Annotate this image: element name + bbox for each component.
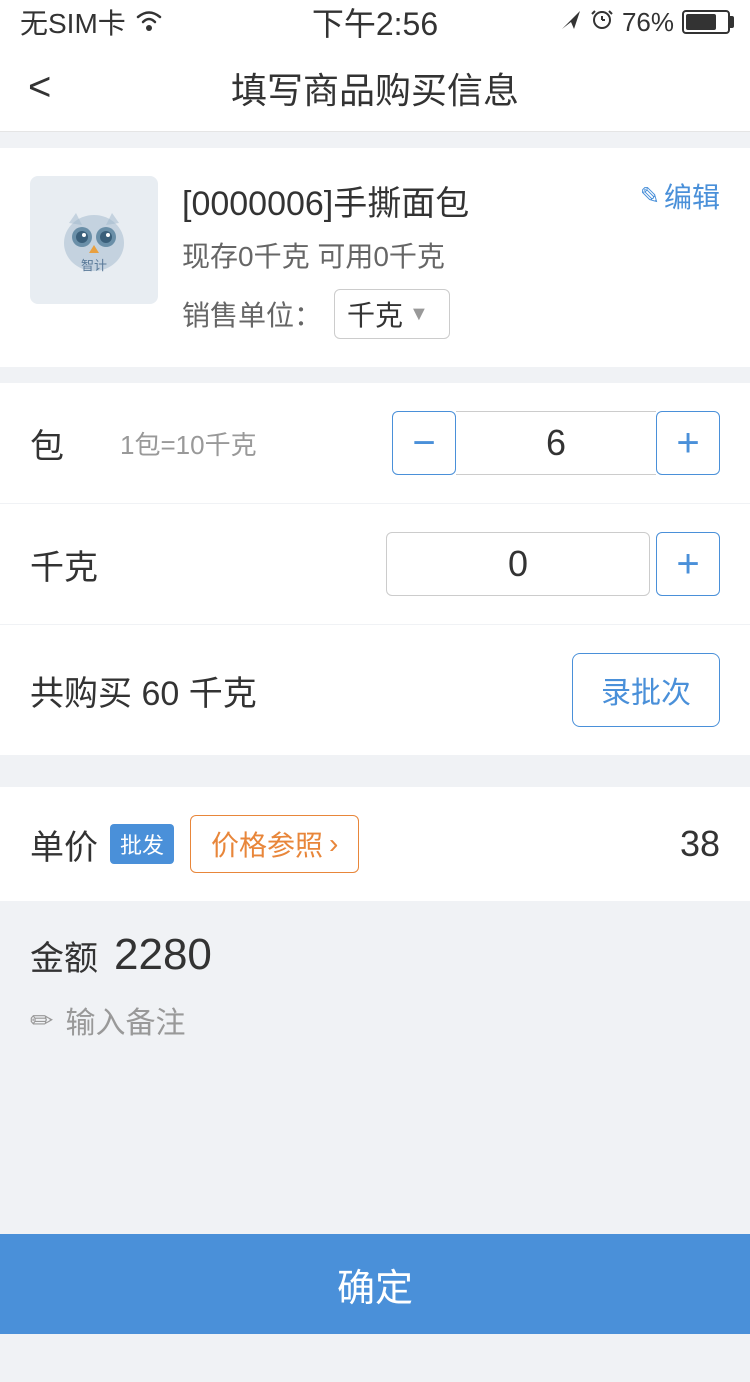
amount-label: 金额	[30, 931, 98, 980]
battery-percent: 76%	[622, 7, 674, 38]
edit-icon: ✎	[640, 182, 660, 211]
carrier-label: 无SIM卡	[20, 2, 126, 42]
status-bar-time: 下午2:56	[312, 0, 438, 45]
kg-label: 千克	[30, 540, 110, 589]
price-value: 38	[680, 823, 720, 865]
amount-value: 2280	[114, 930, 212, 980]
unit-select[interactable]: 千克 ▼	[334, 289, 450, 339]
note-row[interactable]: ✏ 输入备注	[30, 998, 720, 1042]
price-section: 单价 批发 价格参照 › 38	[0, 787, 750, 902]
product-name: [0000006]手撕面包	[182, 176, 640, 225]
status-bar: 无SIM卡 下午2:56 76%	[0, 0, 750, 44]
package-plus-button[interactable]: +	[656, 411, 720, 475]
total-label: 共购买 60 千克	[30, 666, 257, 715]
unit-row: 销售单位： 千克 ▼	[182, 289, 720, 339]
wifi-icon	[134, 6, 164, 38]
product-info: [0000006]手撕面包 ✎ 编辑 现存0千克 可用0千克 销售单位： 千克 …	[182, 176, 720, 339]
edit-button[interactable]: ✎ 编辑	[640, 176, 720, 216]
batch-button[interactable]: 录批次	[572, 653, 720, 727]
chevron-right-icon: ›	[329, 828, 338, 860]
kg-plus-button[interactable]: +	[656, 532, 720, 596]
amount-row: 金额 2280	[30, 930, 720, 980]
package-minus-button[interactable]: −	[392, 411, 456, 475]
package-row: 包 1包=10千克 − +	[0, 383, 750, 504]
battery-icon	[682, 10, 730, 34]
package-input[interactable]	[456, 411, 656, 475]
page-title: 填写商品购买信息	[231, 62, 519, 114]
product-image: 智计	[30, 176, 158, 304]
confirm-button[interactable]: 确定	[0, 1234, 750, 1334]
package-sub: 1包=10千克	[120, 425, 257, 462]
price-ref-label: 价格参照	[211, 824, 323, 864]
back-button[interactable]: <	[28, 65, 51, 110]
price-ref-button[interactable]: 价格参照 ›	[190, 815, 359, 873]
status-bar-left: 无SIM卡	[20, 2, 164, 42]
amount-section: 金额 2280 ✏ 输入备注	[0, 902, 750, 1062]
stock-info: 现存0千克 可用0千克	[182, 235, 720, 275]
nav-bar: < 填写商品购买信息	[0, 44, 750, 132]
price-divider	[0, 755, 750, 771]
total-row: 共购买 60 千克 录批次	[0, 625, 750, 755]
package-label: 包	[30, 419, 110, 468]
product-thumbnail-icon: 智计	[54, 205, 134, 275]
mid-divider	[0, 367, 750, 383]
top-divider	[0, 132, 750, 148]
kg-input[interactable]	[386, 532, 650, 596]
chevron-down-icon: ▼	[409, 303, 429, 326]
price-row: 单价 批发 价格参照 › 38	[0, 787, 750, 902]
package-number-control: − +	[392, 411, 720, 475]
unit-label: 销售单位：	[182, 294, 322, 334]
note-placeholder: 输入备注	[65, 998, 185, 1042]
location-icon	[560, 7, 582, 38]
unit-value: 千克	[347, 294, 403, 334]
alarm-icon	[590, 7, 614, 38]
svg-text:智计: 智计	[81, 258, 107, 273]
kg-number-control: +	[386, 532, 720, 596]
price-label: 单价	[30, 820, 98, 869]
product-card: 智计 [0000006]手撕面包 ✎ 编辑 现存0千克 可用0千克 销售单位： …	[0, 148, 750, 367]
kg-row: 千克 +	[0, 504, 750, 625]
background-fill	[0, 1062, 750, 1382]
form-section: 包 1包=10千克 − + 千克 + 共购买 60 千克 录批次	[0, 383, 750, 755]
price-tag: 批发	[110, 824, 174, 864]
pencil-icon: ✏	[30, 1004, 53, 1037]
status-bar-right: 76%	[560, 7, 730, 38]
